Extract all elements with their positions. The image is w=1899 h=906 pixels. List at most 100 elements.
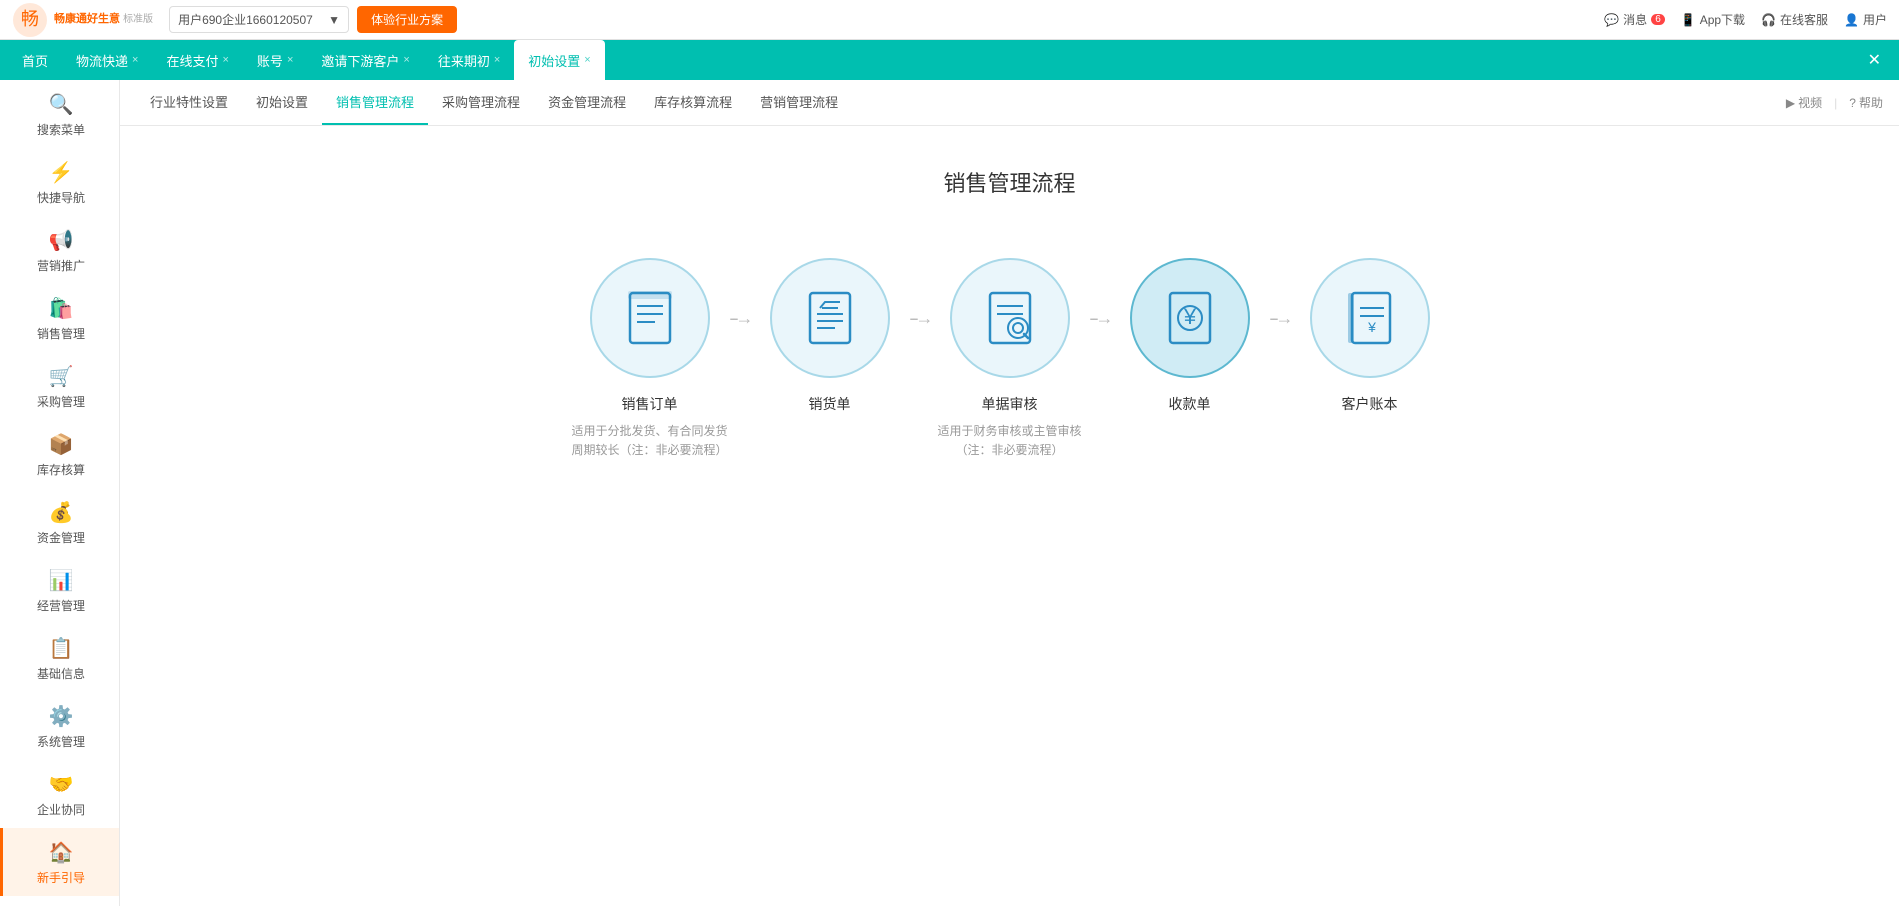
user-avatar-item[interactable]: 👤 用户 [1844, 11, 1887, 28]
message-item[interactable]: 💬 消息 6 [1604, 11, 1665, 28]
user-area: 用户690企业1660120507 ▼ 体验行业方案 [153, 6, 1604, 33]
sales-order-title: 销售订单 [622, 394, 678, 414]
ledger-icon: ¥ [1340, 288, 1400, 348]
sidebar-item-finance[interactable]: 💰 资金管理 [0, 488, 119, 556]
purchase-icon: 🛒 [49, 364, 74, 389]
sidebar-item-quick-nav[interactable]: ⚡ 快捷导航 [0, 148, 119, 216]
close-period-icon[interactable]: × [494, 54, 500, 66]
ledger-title: 客户账本 [1342, 394, 1398, 414]
sub-tab-finance-flow[interactable]: 资金管理流程 [534, 80, 640, 125]
svg-text:畅: 畅 [21, 9, 39, 29]
flow-step-receipt: ¥ 收款单 [1110, 258, 1270, 422]
inventory-icon: 📦 [49, 432, 74, 457]
close-payment-icon[interactable]: × [222, 54, 228, 66]
operation-icon: 📊 [49, 568, 74, 593]
sales-order-circle[interactable] [590, 258, 710, 378]
delivery-title: 销货单 [809, 394, 851, 414]
content-area: 行业特性设置 初始设置 销售管理流程 采购管理流程 资金管理流程 库存核算流程 … [120, 80, 1899, 906]
nav-tabs-bar: 首页 物流快递 × 在线支付 × 账号 × 邀请下游客户 × 往来期初 × 初始… [0, 40, 1899, 80]
approval-icon [980, 288, 1040, 348]
close-setup-icon[interactable]: × [584, 54, 590, 66]
avatar-icon: 👤 [1844, 13, 1859, 27]
video-link[interactable]: ▶ 视频 [1786, 94, 1822, 111]
sub-tab-marketing-flow[interactable]: 营销管理流程 [746, 80, 852, 125]
sub-tab-sales-flow[interactable]: 销售管理流程 [322, 80, 428, 125]
user-label: 用户690企业1660120507 [178, 11, 313, 28]
help-icon: ? [1849, 96, 1856, 110]
video-icon: ▶ [1786, 96, 1795, 110]
finance-icon: 💰 [49, 500, 74, 525]
approval-title: 单据审核 [982, 394, 1038, 414]
system-icon: ⚙️ [49, 704, 74, 729]
flow-step-ledger: ¥ 客户账本 [1290, 258, 1450, 422]
sales-order-desc: 适用于分批发货、有合同发货周期较长（注：非必要流程） [570, 422, 730, 460]
sub-tab-initial[interactable]: 初始设置 [242, 80, 322, 125]
sidebar-item-guide[interactable]: 🏠 新手引导 [0, 828, 119, 896]
sub-tab-actions: ▶ 视频 | ? 帮助 [1786, 94, 1883, 111]
delivery-circle[interactable] [770, 258, 890, 378]
sidebar-item-appstore[interactable]: 🏪 应用中心 [0, 896, 119, 906]
ledger-circle[interactable]: ¥ [1310, 258, 1430, 378]
collab-icon: 🤝 [49, 772, 74, 797]
sidebar-item-purchase[interactable]: 🛒 采购管理 [0, 352, 119, 420]
sidebar-item-search[interactable]: 🔍 搜索菜单 [0, 80, 119, 148]
sub-tab-inventory-flow[interactable]: 库存核算流程 [640, 80, 746, 125]
arrow-4: - - → [1270, 258, 1290, 329]
nav-close-all-icon[interactable]: ✕ [1858, 50, 1891, 70]
sub-tab-industry[interactable]: 行业特性设置 [136, 80, 242, 125]
nav-tab-logistics[interactable]: 物流快递 × [62, 40, 152, 80]
sidebar-item-collab[interactable]: 🤝 企业协同 [0, 760, 119, 828]
page-content: 销售管理流程 销售订单 适用于分批发货、有合同 [120, 126, 1899, 906]
arrow-2: - - → [910, 258, 930, 329]
quick-nav-icon: ⚡ [49, 160, 74, 185]
close-invite-icon[interactable]: × [403, 54, 409, 66]
approval-desc: 适用于财务审核或主管审核（注：非必要流程） [930, 422, 1090, 460]
sidebar-item-operation[interactable]: 📊 经营管理 [0, 556, 119, 624]
receipt-icon: ¥ [1160, 288, 1220, 348]
search-icon: 🔍 [49, 92, 74, 117]
delivery-icon [800, 288, 860, 348]
user-dropdown[interactable]: 用户690企业1660120507 ▼ [169, 6, 349, 33]
logo-area: 畅 畅康通好生意 标准版 [12, 2, 153, 38]
message-icon: 💬 [1604, 13, 1619, 27]
nav-tab-invite[interactable]: 邀请下游客户 × [307, 40, 423, 80]
message-badge: 6 [1651, 14, 1665, 25]
close-logistics-icon[interactable]: × [132, 54, 138, 66]
sidebar: 🔍 搜索菜单 ⚡ 快捷导航 📢 营销推广 🛍️ 销售管理 🛒 采购管理 📦 库存… [0, 80, 120, 906]
flow-diagram: 销售订单 适用于分批发货、有合同发货周期较长（注：非必要流程） - - → [140, 238, 1879, 480]
sidebar-item-basic[interactable]: 📋 基础信息 [0, 624, 119, 692]
app-download-item[interactable]: 📱 App下载 [1681, 11, 1745, 28]
online-service-item[interactable]: 🎧 在线客服 [1761, 11, 1828, 28]
nav-tab-initial-setup[interactable]: 初始设置 × [514, 40, 604, 80]
help-link[interactable]: ? 帮助 [1849, 94, 1883, 111]
sub-tab-purchase-flow[interactable]: 采购管理流程 [428, 80, 534, 125]
logo-icon: 畅 [12, 2, 48, 38]
nav-tab-period[interactable]: 往来期初 × [424, 40, 514, 80]
nav-tab-account[interactable]: 账号 × [243, 40, 307, 80]
nav-tab-home[interactable]: 首页 [8, 40, 62, 80]
sidebar-item-marketing[interactable]: 📢 营销推广 [0, 216, 119, 284]
flow-step-delivery: 销货单 [750, 258, 910, 422]
sales-order-icon [620, 288, 680, 348]
nav-tab-payment[interactable]: 在线支付 × [152, 40, 242, 80]
main-layout: 🔍 搜索菜单 ⚡ 快捷导航 📢 营销推广 🛍️ 销售管理 🛒 采购管理 📦 库存… [0, 80, 1899, 906]
close-account-icon[interactable]: × [287, 54, 293, 66]
approval-circle[interactable] [950, 258, 1070, 378]
dropdown-arrow-icon: ▼ [328, 13, 340, 27]
header-right: 💬 消息 6 📱 App下载 🎧 在线客服 👤 用户 [1604, 11, 1887, 28]
flow-step-sales-order: 销售订单 适用于分批发货、有合同发货周期较长（注：非必要流程） [570, 258, 730, 460]
svg-text:¥: ¥ [1367, 319, 1376, 335]
sidebar-item-sales[interactable]: 🛍️ 销售管理 [0, 284, 119, 352]
try-industry-button[interactable]: 体验行业方案 [357, 6, 457, 33]
arrow-1: - - → [730, 258, 750, 329]
sub-tabs-bar: 行业特性设置 初始设置 销售管理流程 采购管理流程 资金管理流程 库存核算流程 … [120, 80, 1899, 126]
top-header: 畅 畅康通好生意 标准版 用户690企业1660120507 ▼ 体验行业方案 … [0, 0, 1899, 40]
sales-icon: 🛍️ [49, 296, 74, 321]
marketing-icon: 📢 [49, 228, 74, 253]
sidebar-item-inventory[interactable]: 📦 库存核算 [0, 420, 119, 488]
receipt-title: 收款单 [1169, 394, 1211, 414]
sidebar-item-system[interactable]: ⚙️ 系统管理 [0, 692, 119, 760]
page-title: 销售管理流程 [140, 166, 1879, 198]
receipt-circle[interactable]: ¥ [1130, 258, 1250, 378]
basic-icon: 📋 [49, 636, 74, 661]
